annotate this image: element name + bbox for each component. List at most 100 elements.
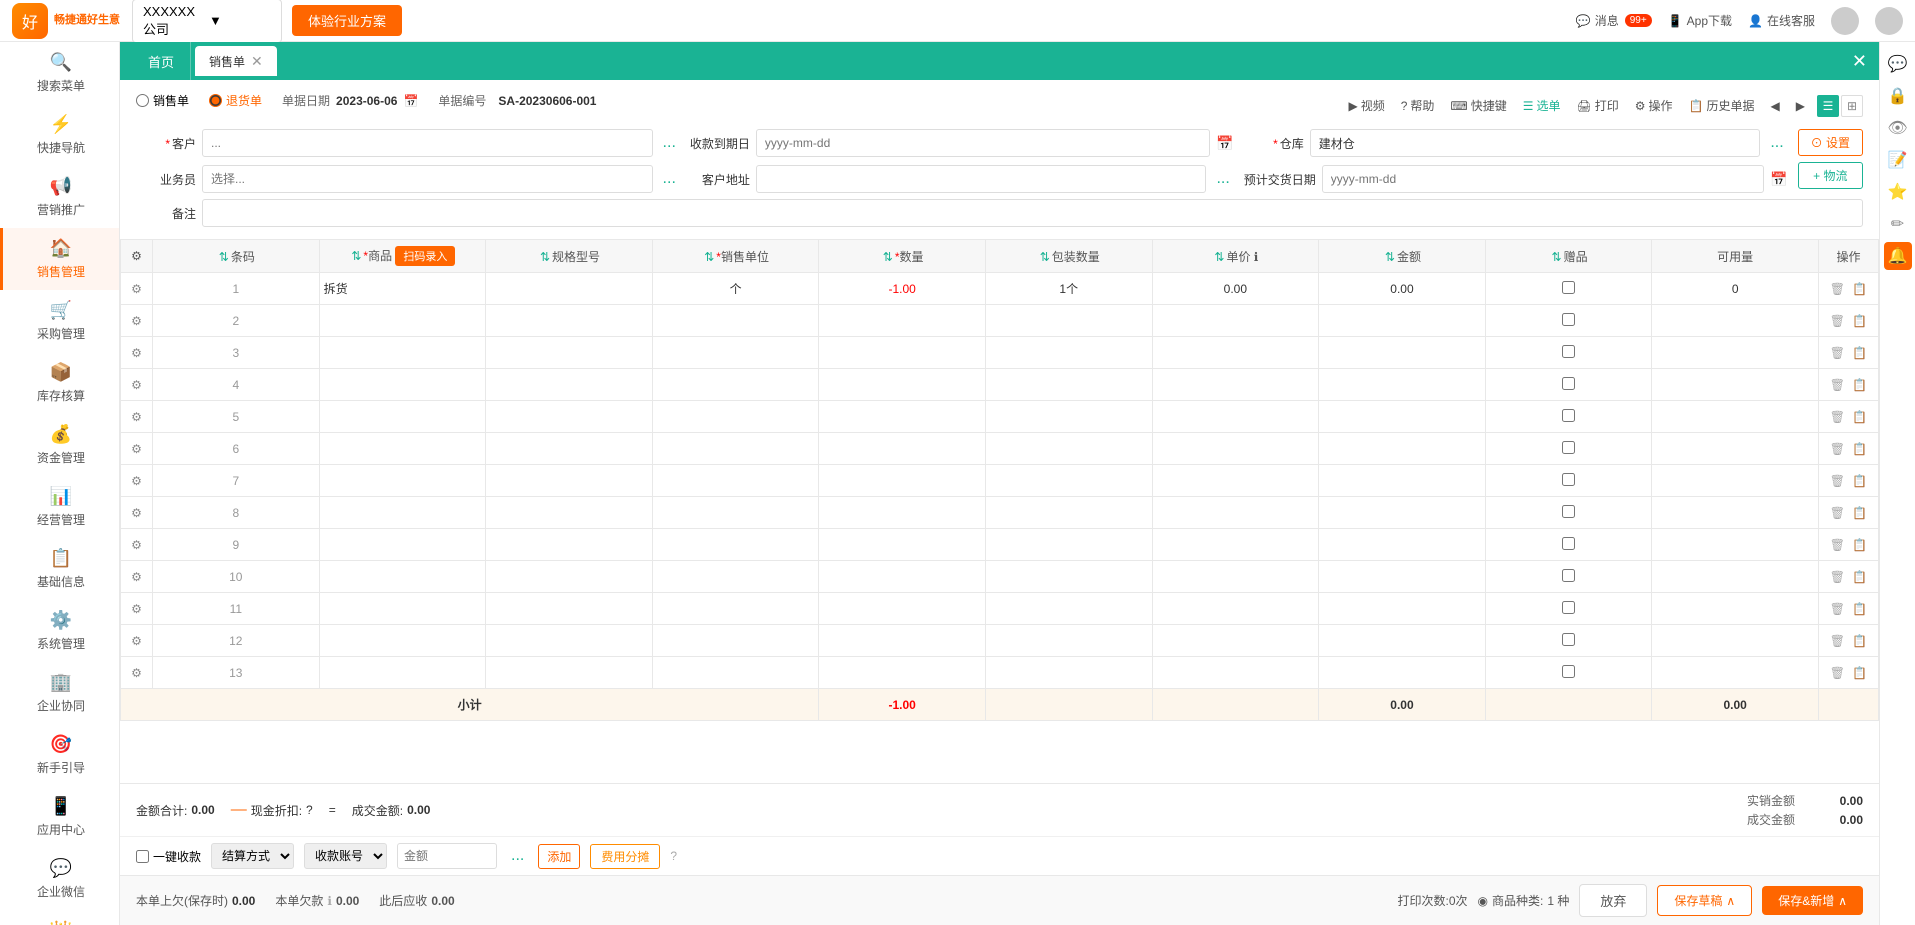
cell-unit[interactable] — [652, 465, 819, 497]
sidebar-item-sales[interactable]: 🏠 销售管理 — [0, 228, 119, 290]
avatar[interactable] — [1831, 7, 1859, 35]
cell-pkg-qty[interactable] — [985, 337, 1152, 369]
cell-unit[interactable] — [652, 497, 819, 529]
copy-icon[interactable]: 📋 — [1852, 314, 1867, 328]
cell-qty[interactable]: -1.00 — [819, 273, 986, 305]
cell-amount[interactable] — [1319, 657, 1486, 689]
address-input[interactable] — [756, 165, 1207, 193]
gift-checkbox[interactable] — [1562, 665, 1575, 678]
gift-checkbox[interactable] — [1562, 601, 1575, 614]
delete-icon[interactable]: 🗑 — [1830, 378, 1845, 392]
cell-unit[interactable] — [652, 369, 819, 401]
cell-price[interactable] — [1152, 625, 1319, 657]
cell-product[interactable] — [319, 625, 486, 657]
trial-button[interactable]: 体验行业方案 — [292, 5, 402, 36]
sidebar-item-system[interactable]: ⚙️ 系统管理 — [0, 600, 119, 662]
gift-checkbox[interactable] — [1562, 473, 1575, 486]
cell-pkg-qty[interactable] — [985, 593, 1152, 625]
delete-icon[interactable]: 🗑 — [1830, 538, 1845, 552]
sidebar-item-apps[interactable]: 📱 应用中心 — [0, 786, 119, 848]
tab-bar-close-icon[interactable]: ✕ — [1852, 51, 1867, 72]
history-order-btn[interactable]: 📋 历史单据 — [1685, 95, 1759, 116]
copy-icon[interactable]: 📋 — [1852, 538, 1867, 552]
cell-product[interactable]: 拆货 — [319, 273, 486, 305]
cell-gift[interactable] — [1485, 401, 1652, 433]
cell-pkg-qty[interactable] — [985, 401, 1152, 433]
cell-gift[interactable] — [1485, 433, 1652, 465]
tab-sales-order[interactable]: 销售单 ✕ — [195, 46, 277, 76]
radio-sales-input[interactable] — [136, 94, 149, 107]
scan-button[interactable]: 扫码录入 — [395, 246, 455, 266]
online-service-button[interactable]: 👤 在线客服 — [1748, 12, 1815, 29]
row-gear-icon[interactable]: ⚙ — [131, 282, 142, 296]
cell-product[interactable] — [319, 337, 486, 369]
row-gear-icon[interactable]: ⚙ — [131, 506, 142, 520]
cell-amount[interactable]: 0.00 — [1319, 273, 1486, 305]
row-gear-icon[interactable]: ⚙ — [131, 538, 142, 552]
cell-price[interactable] — [1152, 497, 1319, 529]
cell-pkg-qty[interactable] — [985, 305, 1152, 337]
cell-pkg-qty[interactable] — [985, 529, 1152, 561]
cell-gift[interactable] — [1485, 497, 1652, 529]
gift-checkbox[interactable] — [1562, 441, 1575, 454]
cell-qty[interactable] — [819, 625, 986, 657]
cell-qty[interactable] — [819, 369, 986, 401]
copy-icon[interactable]: 📋 — [1852, 474, 1867, 488]
cell-price[interactable] — [1152, 337, 1319, 369]
sidebar-item-purchase[interactable]: 🛒 采购管理 — [0, 290, 119, 352]
one-click-payment-checkbox[interactable] — [136, 850, 149, 863]
cell-product[interactable] — [319, 369, 486, 401]
cell-spec[interactable] — [486, 369, 653, 401]
radio-sales-order[interactable]: 销售单 — [136, 92, 189, 109]
cell-amount[interactable] — [1319, 497, 1486, 529]
cell-qty[interactable] — [819, 529, 986, 561]
cell-amount[interactable] — [1319, 401, 1486, 433]
app-download-button[interactable]: 📱 App下载 — [1668, 12, 1732, 29]
delete-icon[interactable]: 🗑 — [1830, 474, 1845, 488]
cell-price[interactable] — [1152, 593, 1319, 625]
cell-gift[interactable] — [1485, 625, 1652, 657]
cell-pkg-qty[interactable] — [985, 465, 1152, 497]
cell-product[interactable] — [319, 593, 486, 625]
cell-amount[interactable] — [1319, 337, 1486, 369]
staff-dots-btn[interactable]: ... — [659, 170, 680, 188]
avatar2[interactable] — [1875, 7, 1903, 35]
delete-icon[interactable]: 🗑 — [1830, 634, 1845, 648]
amount-input[interactable] — [397, 843, 497, 869]
cell-unit[interactable] — [652, 529, 819, 561]
row-gear-icon[interactable]: ⚙ — [131, 410, 142, 424]
cell-unit[interactable] — [652, 337, 819, 369]
cell-product[interactable] — [319, 497, 486, 529]
cell-gift[interactable] — [1485, 305, 1652, 337]
gift-checkbox[interactable] — [1562, 345, 1575, 358]
cell-amount[interactable] — [1319, 433, 1486, 465]
cell-unit[interactable] — [652, 625, 819, 657]
cell-amount[interactable] — [1319, 593, 1486, 625]
cell-unit[interactable] — [652, 593, 819, 625]
copy-icon[interactable]: 📋 — [1852, 634, 1867, 648]
sidebar-item-newbie[interactable]: 🎯 新手引导 — [0, 724, 119, 786]
help-icon-discount[interactable]: ? — [306, 803, 313, 817]
cell-product[interactable] — [319, 305, 486, 337]
calendar-icon[interactable]: 📅 — [403, 94, 418, 108]
add-payment-button[interactable]: 添加 — [538, 844, 580, 869]
cell-amount[interactable] — [1319, 465, 1486, 497]
cell-spec[interactable] — [486, 337, 653, 369]
cell-unit[interactable] — [652, 305, 819, 337]
right-panel-eye[interactable]: 👁 — [1884, 114, 1912, 142]
cell-pkg-qty[interactable] — [985, 433, 1152, 465]
payment-dots-btn[interactable]: ... — [507, 847, 528, 865]
sidebar-item-shortcut[interactable]: ⚡ 快捷导航 — [0, 104, 119, 166]
company-selector[interactable]: XXXXXX公司 ▼ — [132, 0, 282, 43]
cell-spec[interactable] — [486, 273, 653, 305]
right-panel-chat[interactable]: 💬 — [1884, 50, 1912, 78]
operations-btn[interactable]: ⚙ 操作 — [1631, 95, 1677, 116]
th-gear[interactable]: ⚙ — [121, 240, 153, 273]
staff-input[interactable] — [202, 165, 653, 193]
gift-checkbox[interactable] — [1562, 505, 1575, 518]
cell-spec[interactable] — [486, 433, 653, 465]
copy-icon[interactable]: 📋 — [1852, 378, 1867, 392]
receipt-date-calendar-icon[interactable]: 📅 — [1216, 135, 1233, 152]
cell-price[interactable] — [1152, 657, 1319, 689]
cell-price[interactable]: 0.00 — [1152, 273, 1319, 305]
